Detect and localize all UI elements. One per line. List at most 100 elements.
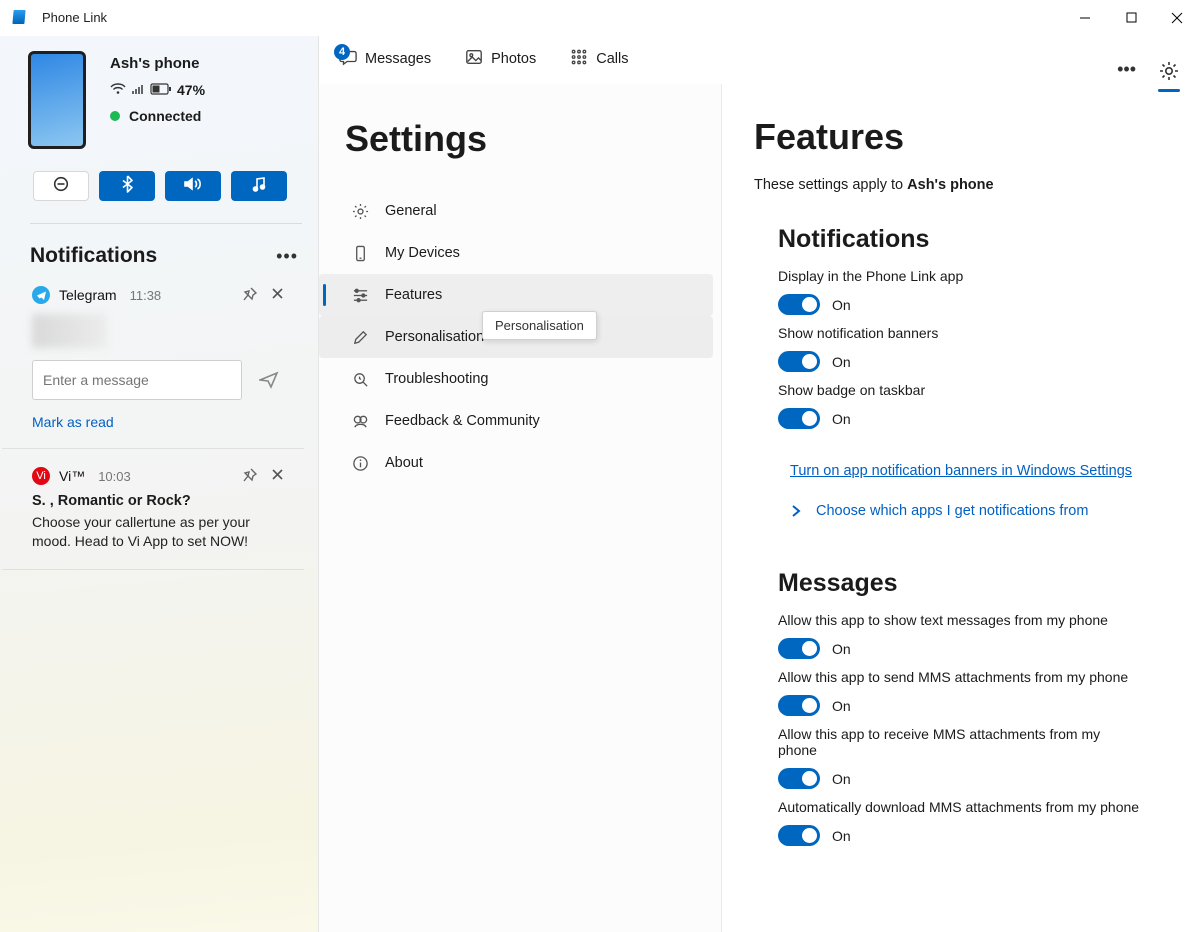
dismiss-button[interactable] (271, 287, 284, 304)
overflow-menu-button[interactable]: ••• (1117, 59, 1136, 80)
option-label: Show notification banners (778, 325, 1174, 341)
mark-as-read-link[interactable]: Mark as read (32, 414, 284, 430)
vi-icon: Vi (32, 467, 50, 485)
tab-label: Calls (596, 51, 628, 67)
tab-photos[interactable]: Photos (461, 40, 540, 84)
notification-item[interactable]: Telegram 11:38 Mark as read (2, 268, 304, 449)
battery-percent: 47% (177, 82, 205, 98)
tab-label: Photos (491, 51, 536, 67)
send-button[interactable] (254, 360, 284, 400)
features-panel: Features These settings apply to Ash's p… (722, 84, 1200, 932)
settings-item-about[interactable]: About (319, 442, 713, 484)
settings-item-label: About (385, 455, 423, 471)
calls-icon (570, 48, 588, 70)
tab-label: Messages (365, 51, 431, 67)
phone-device-icon (351, 244, 369, 262)
device-name: Ash's phone (110, 55, 205, 72)
troubleshoot-icon (351, 370, 369, 388)
maximize-button[interactable] (1108, 0, 1154, 36)
option-label: Allow this app to show text messages fro… (778, 612, 1174, 628)
bluetooth-icon (122, 175, 133, 197)
features-applies-to: These settings apply to Ash's phone (754, 177, 1174, 193)
settings-item-label: My Devices (385, 245, 460, 261)
toggle-state: On (832, 297, 851, 313)
telegram-icon (32, 286, 50, 304)
toggle-send-mms[interactable] (778, 695, 820, 716)
photos-icon (465, 48, 483, 70)
settings-button[interactable] (1158, 60, 1180, 82)
notification-title: S. , Romantic or Rock? (32, 493, 284, 509)
notifications-header: Notifications ••• (0, 224, 318, 268)
dnd-toggle[interactable] (33, 171, 89, 201)
settings-item-troubleshooting[interactable]: Troubleshooting (319, 358, 713, 400)
window-controls (1062, 0, 1200, 36)
settings-item-label: General (385, 203, 437, 219)
tooltip: Personalisation (482, 311, 597, 340)
notification-preview-blurred (32, 314, 107, 348)
dnd-icon (53, 176, 69, 196)
notification-app-name: Telegram (59, 287, 117, 303)
title-bar: Phone Link (0, 0, 1200, 36)
audio-player-toggle[interactable] (231, 171, 287, 201)
notification-body: Choose your callertune as per your mood.… (32, 513, 284, 551)
pencil-icon (351, 328, 369, 346)
bluetooth-toggle[interactable] (99, 171, 155, 201)
toggle-state: On (832, 828, 851, 844)
reply-input[interactable] (32, 360, 242, 400)
settings-item-features[interactable]: Features (319, 274, 713, 316)
settings-item-label: Troubleshooting (385, 371, 488, 387)
close-button[interactable] (1154, 0, 1200, 36)
toggle-show-banners[interactable] (778, 351, 820, 372)
battery-icon (150, 82, 172, 98)
toggle-show-texts[interactable] (778, 638, 820, 659)
info-icon (351, 454, 369, 472)
settings-item-general[interactable]: General (319, 190, 713, 232)
toggle-state: On (832, 698, 851, 714)
status-dot-icon (110, 111, 120, 121)
toggle-state: On (832, 641, 851, 657)
volume-icon (184, 177, 202, 195)
settings-nav: Settings General My Devices Features (319, 84, 722, 932)
phone-icon (28, 51, 86, 149)
option-label: Show badge on taskbar (778, 382, 1174, 398)
option-label: Allow this app to send MMS attachments f… (778, 669, 1174, 685)
settings-item-label: Feedback & Community (385, 413, 540, 429)
device-status-row: 47% (110, 82, 205, 98)
section-heading-messages: Messages (778, 569, 1174, 598)
windows-settings-link[interactable]: Turn on app notification banners in Wind… (790, 463, 1132, 479)
settings-item-my-devices[interactable]: My Devices (319, 232, 713, 274)
window-title: Phone Link (42, 10, 107, 25)
choose-apps-link[interactable]: Choose which apps I get notifications fr… (790, 503, 1174, 519)
settings-item-label: Personalisation (385, 329, 484, 345)
toggle-show-badge[interactable] (778, 408, 820, 429)
notification-item[interactable]: Vi Vi™ 10:03 S. , Romantic or Rock? Choo… (2, 449, 304, 570)
connection-status: Connected (129, 108, 201, 124)
toggle-receive-mms[interactable] (778, 768, 820, 789)
tab-calls[interactable]: Calls (566, 40, 632, 84)
messages-icon: 4 (339, 48, 357, 70)
tab-messages[interactable]: 4 Messages (335, 40, 435, 84)
section-heading-notifications: Notifications (778, 225, 1174, 254)
app-icon (10, 10, 28, 26)
volume-toggle[interactable] (165, 171, 221, 201)
settings-item-label: Features (385, 287, 442, 303)
dismiss-button[interactable] (271, 468, 284, 485)
pin-button[interactable] (243, 468, 257, 485)
settings-heading: Settings (345, 118, 721, 160)
notifications-more-button[interactable]: ••• (276, 246, 298, 267)
toggle-state: On (832, 411, 851, 427)
option-label: Allow this app to receive MMS attachment… (778, 726, 1118, 758)
toggle-auto-mms[interactable] (778, 825, 820, 846)
quick-actions (0, 149, 318, 201)
option-label: Display in the Phone Link app (778, 268, 1174, 284)
pin-button[interactable] (243, 287, 257, 304)
signal-icon (131, 82, 145, 98)
messages-badge: 4 (334, 44, 350, 60)
settings-item-feedback[interactable]: Feedback & Community (319, 400, 713, 442)
feedback-icon (351, 412, 369, 430)
toggle-display-notifications[interactable] (778, 294, 820, 315)
minimize-button[interactable] (1062, 0, 1108, 36)
features-heading: Features (754, 116, 1174, 158)
notification-app-name: Vi™ (59, 468, 85, 484)
connection-row: Connected (110, 108, 205, 124)
